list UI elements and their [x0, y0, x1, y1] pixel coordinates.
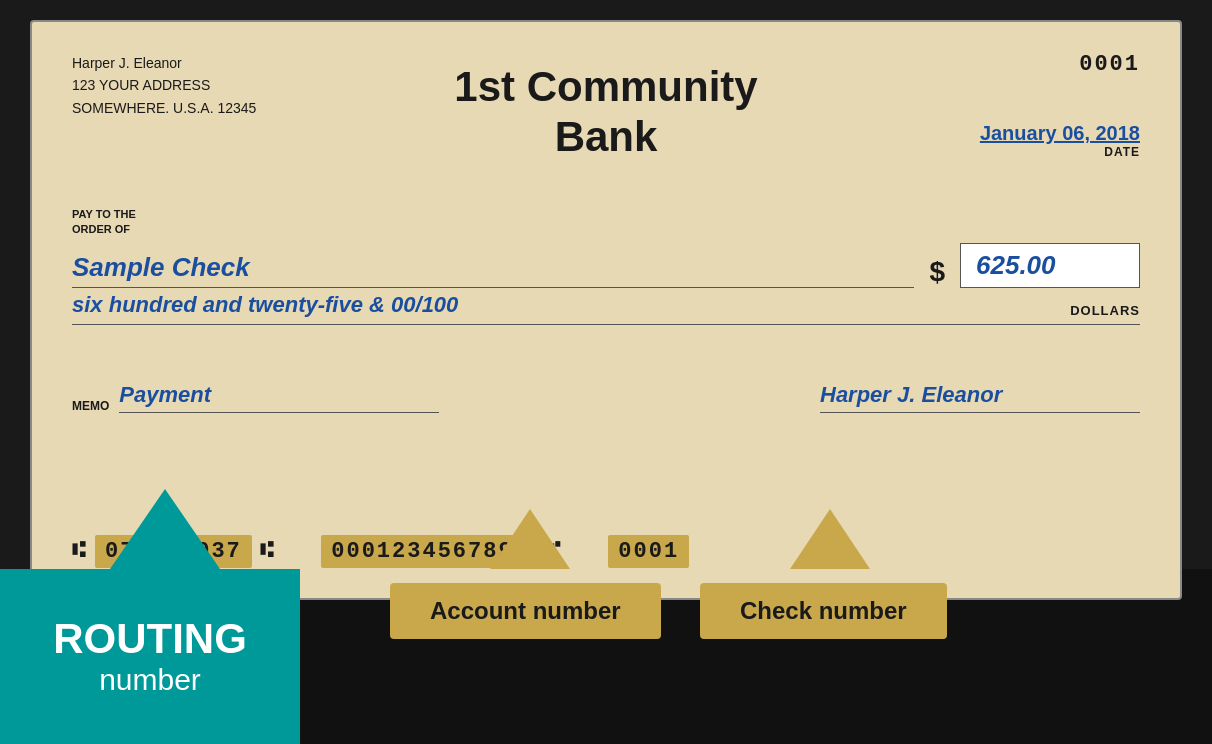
date-label: DATE: [980, 145, 1140, 159]
check-number-label: Check number: [740, 597, 907, 624]
micr-check-number: 0001: [608, 535, 689, 568]
micr-routing-open-symbol: ⑆: [72, 539, 87, 564]
check-number-badge: Check number: [700, 583, 947, 639]
date-section: January 06, 2018 DATE: [980, 122, 1140, 159]
account-arrow-icon: [490, 509, 570, 569]
routing-sub-label: number: [99, 663, 201, 697]
check-arrow-icon: [790, 509, 870, 569]
written-amount: six hundred and twenty-five & 00/100: [72, 292, 458, 318]
signature-section: Harper J. Eleanor: [820, 382, 1140, 413]
signature-line: Harper J. Eleanor: [820, 382, 1140, 413]
pay-to-line: Sample Check: [72, 252, 914, 288]
account-number-label: Account number: [430, 597, 621, 624]
memo-label: MEMO: [72, 399, 109, 413]
date-value: January 06, 2018: [980, 122, 1140, 145]
account-holder: Harper J. Eleanor 123 YOUR ADDRESS SOMEW…: [72, 52, 256, 119]
micr-routing-close-symbol: ⑆: [260, 539, 275, 564]
dollars-label: DOLLARS: [1070, 303, 1140, 318]
account-number-badge: Account number: [390, 583, 661, 639]
amount-box: 625.00: [960, 243, 1140, 288]
pay-to-section: PAY TO THE ORDER OF Sample Check $ 625.0…: [72, 207, 1140, 288]
pay-to-label: PAY TO THE ORDER OF: [72, 207, 1140, 238]
signature-value: Harper J. Eleanor: [820, 382, 1002, 407]
routing-label: ROUTING: [53, 616, 247, 662]
micr-section: ⑆ 071109037 ⑆ 000123456789 ⑈ 0001: [72, 535, 1140, 568]
written-amount-section: six hundred and twenty-five & 00/100 DOL…: [72, 292, 1140, 325]
pay-to-name: Sample Check: [72, 252, 250, 283]
routing-section: ROUTING number: [0, 569, 300, 744]
check-number-top: 0001: [1079, 52, 1140, 77]
bank-name: 1st Community Bank: [454, 62, 757, 163]
micr-spacer: [283, 539, 313, 564]
amount-value: 625.00: [976, 250, 1056, 280]
memo-section: MEMO Payment Harper J. Eleanor: [72, 382, 1140, 413]
micr-spacer2: [570, 539, 600, 564]
dollar-sign: $: [929, 256, 945, 288]
routing-arrow-icon: [110, 489, 220, 569]
memo-value: Payment: [119, 382, 211, 407]
memo-line: Payment: [119, 382, 439, 413]
